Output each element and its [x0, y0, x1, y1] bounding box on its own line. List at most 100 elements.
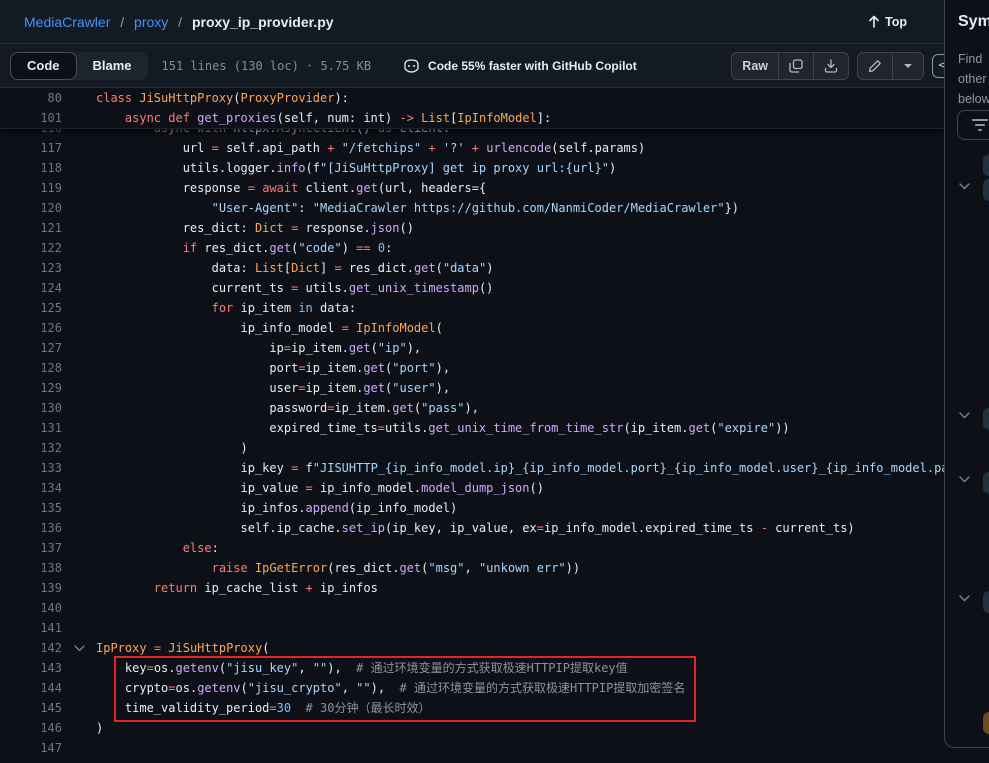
line-number[interactable]: 125 [0, 298, 62, 318]
line-number[interactable]: 134 [0, 478, 62, 498]
line-number[interactable]: 128 [0, 358, 62, 378]
line-number[interactable]: 129 [0, 378, 62, 398]
fold-spacer [62, 538, 96, 558]
fold-spacer [62, 258, 96, 278]
breadcrumb-separator: / [178, 14, 182, 30]
breadcrumb-repo-link[interactable]: MediaCrawler [24, 14, 110, 30]
code-text: crypto=os.getenv("jisu_crypto", ""), # 通… [96, 678, 944, 698]
caret-down-icon [903, 63, 913, 69]
code-text: raise IpGetError(res_dict.get("msg", "un… [96, 558, 944, 578]
tree-chevron-down-icon[interactable] [959, 476, 970, 483]
code-line-139: 139 return ip_cache_list + ip_infos [0, 578, 944, 598]
raw-button[interactable]: Raw [732, 53, 778, 79]
line-number[interactable]: 80 [0, 88, 62, 108]
copy-raw-content-button[interactable] [778, 53, 813, 79]
line-number[interactable]: 124 [0, 278, 62, 298]
edit-pencil-button[interactable] [858, 53, 892, 79]
line-number[interactable]: 117 [0, 138, 62, 158]
fold-spacer [62, 158, 96, 178]
code-line-117: 117 url = self.api_path + "/fetchips" + … [0, 138, 944, 158]
code-text: port=ip_item.get("port"), [96, 358, 944, 378]
line-number[interactable]: 118 [0, 158, 62, 178]
code-text: return ip_cache_list + ip_infos [96, 578, 944, 598]
code-text [96, 598, 944, 618]
symbol-item[interactable] [983, 179, 989, 201]
code-text: expired_time_ts=utils.get_unix_time_from… [96, 418, 944, 438]
code-text: ip_value = ip_info_model.model_dump_json… [96, 478, 944, 498]
code-text: password=ip_item.get("pass"), [96, 398, 944, 418]
symbols-panel: Sym Find other below [944, 0, 989, 748]
fold-spacer [62, 88, 96, 108]
tab-blame[interactable]: Blame [77, 52, 148, 80]
code-line-120: 120 "User-Agent": "MediaCrawler https://… [0, 198, 944, 218]
breadcrumb-folder-link[interactable]: proxy [134, 14, 168, 30]
fold-chevron-down-icon[interactable] [62, 638, 96, 658]
line-number[interactable]: 135 [0, 498, 62, 518]
code-text: utils.logger.info(f"[JiSuHttpProxy] get … [96, 158, 944, 178]
symbol-item[interactable] [983, 591, 989, 613]
code-blame-switcher: Code Blame [10, 52, 148, 80]
line-number[interactable]: 132 [0, 438, 62, 458]
symbol-item[interactable] [983, 408, 989, 430]
tree-chevron-down-icon[interactable] [959, 412, 970, 419]
fold-spacer [62, 498, 96, 518]
symbol-item-highlighted[interactable] [983, 712, 989, 734]
line-number[interactable]: 136 [0, 518, 62, 538]
code-text: response = await client.get(url, headers… [96, 178, 944, 198]
line-number[interactable]: 144 [0, 678, 62, 698]
code-text: current_ts = utils.get_unix_timestamp() [96, 278, 944, 298]
fold-spacer [62, 418, 96, 438]
symbol-item[interactable] [983, 154, 989, 176]
line-number[interactable]: 122 [0, 238, 62, 258]
fold-spacer [62, 358, 96, 378]
code-line-147: 147 [0, 738, 944, 758]
copilot-banner[interactable]: Code 55% faster with GitHub Copilot [403, 58, 637, 73]
line-number[interactable]: 141 [0, 618, 62, 638]
line-number[interactable]: 133 [0, 458, 62, 478]
line-number[interactable]: 120 [0, 198, 62, 218]
code-text: IpProxy = JiSuHttpProxy( [96, 638, 944, 658]
line-number[interactable]: 121 [0, 218, 62, 238]
line-number[interactable]: 140 [0, 598, 62, 618]
code-line-118: 118 utils.logger.info(f"[JiSuHttpProxy] … [0, 158, 944, 178]
symbols-description-line: below [958, 92, 989, 106]
line-number[interactable]: 147 [0, 738, 62, 758]
line-number[interactable]: 119 [0, 178, 62, 198]
code-line-133: 133 ip_key = f"JISUHTTP_{ip_info_model.i… [0, 458, 944, 478]
symbol-item[interactable] [983, 472, 989, 494]
fold-spacer [62, 108, 96, 128]
code-text: res_dict: Dict = response.json() [96, 218, 944, 238]
line-number[interactable]: 139 [0, 578, 62, 598]
symbols-filter-input[interactable] [957, 110, 989, 140]
fold-spacer [62, 438, 96, 458]
tree-chevron-down-icon[interactable] [959, 183, 970, 190]
fold-spacer [62, 598, 96, 618]
code-text: "User-Agent": "MediaCrawler https://gith… [96, 198, 944, 218]
edit-dropdown-button[interactable] [892, 53, 923, 79]
code-lines: 116 async with httpx.AsyncClient() as cl… [0, 118, 944, 758]
line-number[interactable]: 126 [0, 318, 62, 338]
line-number[interactable]: 137 [0, 538, 62, 558]
line-number[interactable]: 138 [0, 558, 62, 578]
download-button[interactable] [813, 53, 848, 79]
line-number[interactable]: 142 [0, 638, 62, 658]
tree-chevron-down-icon[interactable] [959, 595, 970, 602]
line-number[interactable]: 143 [0, 658, 62, 678]
code-line-146: 146) [0, 718, 944, 738]
symbols-description-line: other [958, 72, 987, 86]
filter-icon [975, 124, 985, 126]
line-number[interactable]: 127 [0, 338, 62, 358]
line-number[interactable]: 123 [0, 258, 62, 278]
line-number[interactable]: 145 [0, 698, 62, 718]
line-number[interactable]: 131 [0, 418, 62, 438]
copilot-banner-text: Code 55% faster with GitHub Copilot [428, 59, 637, 73]
copilot-icon [403, 58, 420, 73]
code-line-137: 137 else: [0, 538, 944, 558]
breadcrumb-file-name: proxy_ip_provider.py [192, 14, 334, 30]
tab-code[interactable]: Code [10, 52, 77, 80]
line-number[interactable]: 101 [0, 108, 62, 128]
file-header-bar: MediaCrawler / proxy / proxy_ip_provider… [0, 0, 989, 44]
line-number[interactable]: 130 [0, 398, 62, 418]
line-number[interactable]: 146 [0, 718, 62, 738]
back-to-top-button[interactable]: Top [868, 15, 907, 29]
